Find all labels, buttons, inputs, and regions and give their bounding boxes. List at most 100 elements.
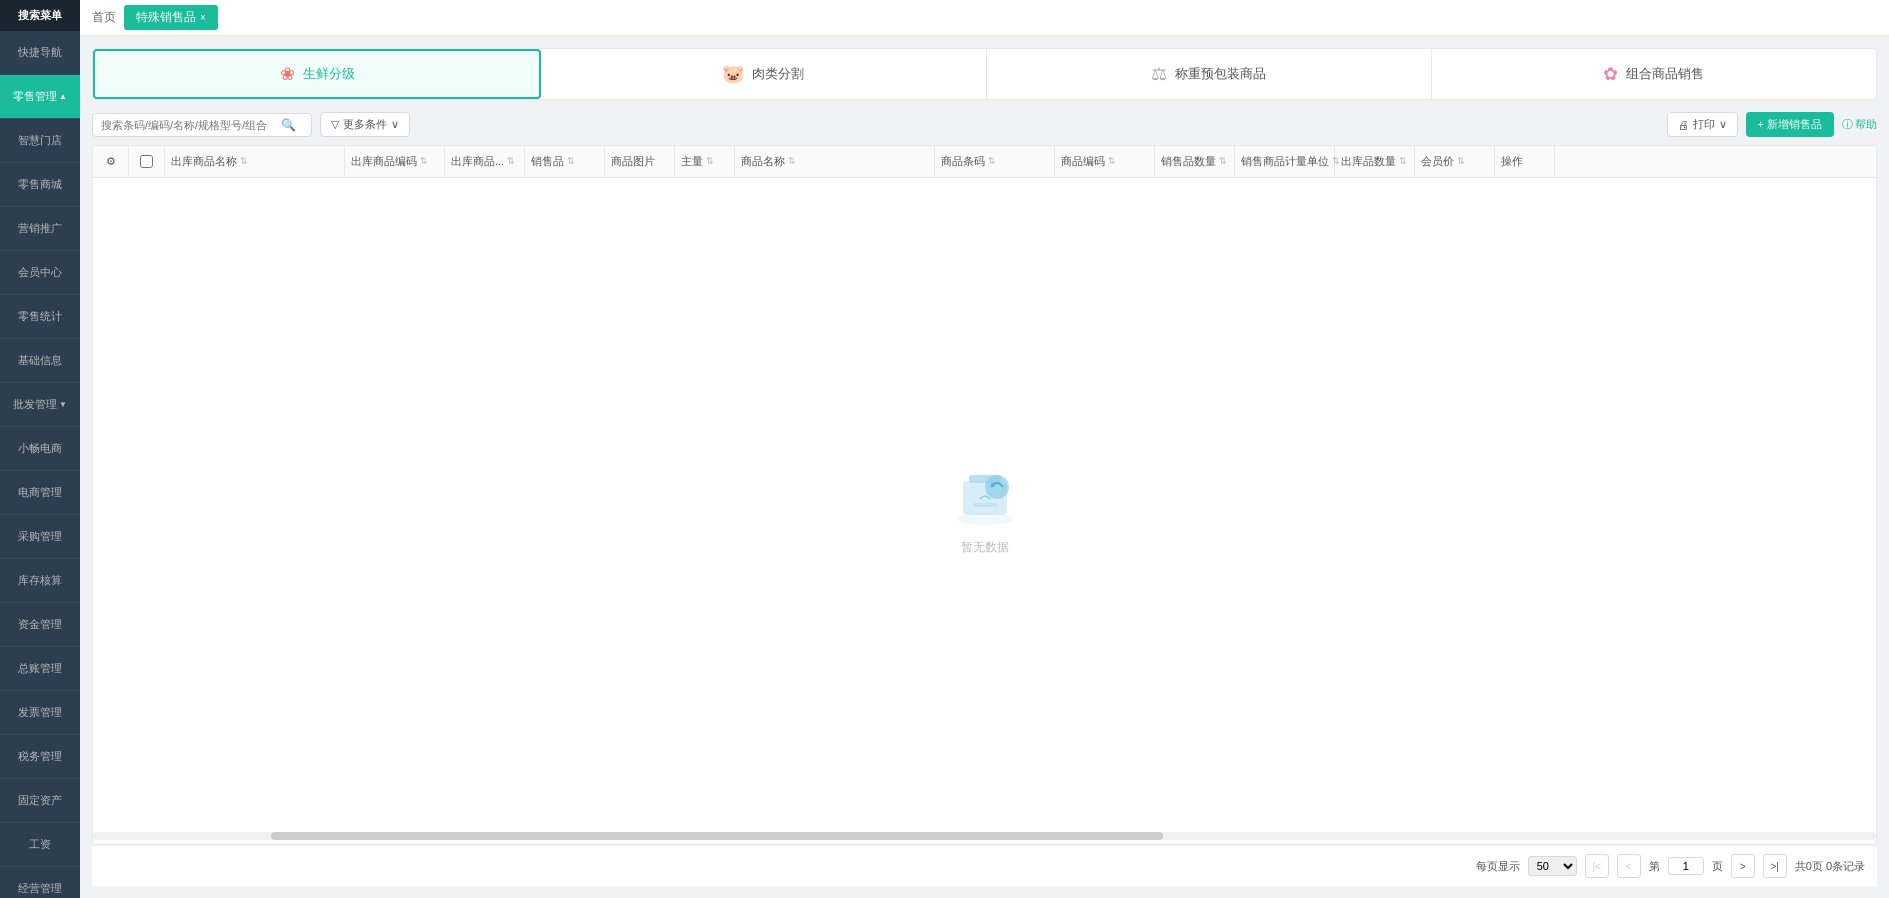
cat-tab-fresh-label: 生鲜分级 (303, 65, 355, 83)
settings-icon: ⚙ (106, 155, 116, 168)
expand-arrow-icon: ▲ (59, 92, 67, 101)
th-settings[interactable]: ⚙ (93, 146, 129, 177)
help-label: 帮助 (1855, 117, 1877, 132)
sidebar-item-label: 发票管理 (18, 705, 62, 720)
sidebar-item-marketing[interactable]: 营销推广 (0, 207, 80, 251)
search-input[interactable] (101, 119, 281, 131)
sidebar-item-retail-stats[interactable]: 零售统计 (0, 295, 80, 339)
cat-tab-fresh[interactable]: ❀ 生鲜分级 (93, 49, 541, 99)
search-icon[interactable]: 🔍 (281, 118, 296, 132)
sort-icon[interactable]: ⇅ (240, 157, 248, 166)
sidebar-item-xiao-ecom[interactable]: 小畅电商 (0, 427, 80, 471)
th-name: 商品名称 ⇅ (735, 146, 935, 177)
active-tab[interactable]: 特殊销售品 × (124, 5, 218, 30)
print-button[interactable]: 🖨 打印 ∨ (1667, 112, 1738, 137)
tab-label: 特殊销售品 (136, 9, 196, 26)
filter-icon: ▽ (331, 118, 339, 131)
sidebar-item-inventory-cost[interactable]: 库存核算 (0, 559, 80, 603)
filter-label: 更多条件 (343, 117, 387, 132)
combo-icon: ✿ (1603, 63, 1618, 85)
page-number-input[interactable] (1668, 857, 1704, 875)
category-tabs: ❀ 生鲜分级 🐷 肉类分割 ⚖ 称重预包装商品 ✿ 组合商品销售 (92, 48, 1877, 100)
sidebar-item-member-center[interactable]: 会员中心 (0, 251, 80, 295)
toolbar-left: 🔍 ▽ 更多条件 ∨ (92, 112, 410, 137)
th-barcode: 商品条码 ⇅ (935, 146, 1055, 177)
sort-icon[interactable]: ⇅ (706, 157, 714, 166)
help-icon: ⓘ (1842, 117, 1853, 132)
th-op: 操作 (1495, 146, 1555, 177)
next-page-button[interactable]: > (1731, 854, 1755, 878)
sidebar-item-label: 批发管理 (13, 397, 57, 412)
scrollbar-thumb[interactable] (271, 832, 1163, 840)
home-link[interactable]: 首页 (92, 9, 116, 26)
sidebar-item-ledger-mgmt[interactable]: 总账管理 (0, 647, 80, 691)
th-outcode: 出库商品编码 ⇅ (345, 146, 445, 177)
page-label-before: 第 (1649, 859, 1660, 874)
per-page-label: 每页显示 (1476, 859, 1520, 874)
last-page-button[interactable]: >| (1763, 854, 1787, 878)
sort-icon[interactable]: ⇅ (1399, 157, 1407, 166)
per-page-select[interactable]: 50 100 200 (1528, 856, 1577, 876)
sidebar-item-label: 会员中心 (18, 265, 62, 280)
sidebar-item-quick-nav[interactable]: 快捷导航 (0, 31, 80, 75)
sidebar-item-ecom-mgmt[interactable]: 电商管理 (0, 471, 80, 515)
sidebar-item-label: 工资 (29, 837, 51, 852)
print-icon: 🖨 (1678, 119, 1689, 131)
th-main: 主量 ⇅ (675, 146, 735, 177)
weight-icon: ⚖ (1151, 63, 1167, 85)
svg-point-4 (991, 483, 995, 487)
horizontal-scrollbar[interactable] (93, 832, 1876, 840)
sidebar-item-ops-mgmt[interactable]: 经营管理 (0, 867, 80, 898)
sidebar-item-fixed-assets[interactable]: 固定资产 (0, 779, 80, 823)
sidebar-item-smart-store[interactable]: 智慧门店 (0, 119, 80, 163)
select-all-checkbox[interactable] (140, 155, 153, 168)
cat-tab-meat[interactable]: 🐷 肉类分割 (541, 49, 986, 99)
th-memberprice: 会员价 ⇅ (1415, 146, 1495, 177)
sidebar-item-retail-mgmt[interactable]: 零售管理 ▲ (0, 75, 80, 119)
sidebar-item-tax-mgmt[interactable]: 税务管理 (0, 735, 80, 779)
sort-icon[interactable]: ⇅ (788, 157, 796, 166)
filter-arrow-icon: ∨ (391, 118, 399, 131)
sidebar-item-label: 经营管理 (18, 881, 62, 896)
sidebar-logo[interactable]: 搜索菜单 (0, 0, 80, 31)
th-salesqty: 销售品数量 ⇅ (1155, 146, 1235, 177)
th-outqty: 出库品数量 ⇅ (1335, 146, 1415, 177)
cat-tab-weight-label: 称重预包装商品 (1175, 65, 1266, 83)
sort-icon[interactable]: ⇅ (1108, 157, 1116, 166)
sidebar-item-basic-info-1[interactable]: 基础信息 (0, 339, 80, 383)
cat-tab-combo[interactable]: ✿ 组合商品销售 (1432, 49, 1876, 99)
th-salesitem: 销售品 ⇅ (525, 146, 605, 177)
sidebar-item-invoice-mgmt[interactable]: 发票管理 (0, 691, 80, 735)
prev-page-button[interactable]: < (1617, 854, 1641, 878)
first-page-button[interactable]: |< (1585, 854, 1609, 878)
cat-tab-combo-label: 组合商品销售 (1626, 65, 1704, 83)
sort-icon[interactable]: ⇅ (1219, 157, 1227, 166)
toolbar: 🔍 ▽ 更多条件 ∨ 🖨 打印 ∨ + 新增销售品 ⓘ 帮助 (92, 112, 1877, 137)
sort-icon[interactable]: ⇅ (988, 157, 996, 166)
sort-icon[interactable]: ⇅ (1457, 157, 1465, 166)
sidebar-item-label: 智慧门店 (18, 133, 62, 148)
th-itemcode: 商品编码 ⇅ (1055, 146, 1155, 177)
sidebar-item-label: 小畅电商 (18, 441, 62, 456)
sidebar-item-wholesale-mgmt[interactable]: 批发管理 ▼ (0, 383, 80, 427)
sort-icon[interactable]: ⇅ (567, 157, 575, 166)
print-label: 打印 (1693, 117, 1715, 132)
sidebar-item-label: 快捷导航 (18, 45, 62, 60)
sort-icon[interactable]: ⇅ (420, 157, 428, 166)
table-header: ⚙ 出库商品名称 ⇅ 出库商品编码 ⇅ 出库商品... ⇅ (93, 146, 1876, 178)
sort-icon[interactable]: ⇅ (507, 157, 515, 166)
filter-button[interactable]: ▽ 更多条件 ∨ (320, 112, 410, 137)
main-content: 首页 特殊销售品 × ❀ 生鲜分级 🐷 肉类分割 ⚖ 称重预包装商品 ✿ 组合商… (80, 0, 1889, 898)
add-product-button[interactable]: + 新增销售品 (1746, 112, 1834, 137)
th-checkbox[interactable] (129, 146, 165, 177)
help-button[interactable]: ⓘ 帮助 (1842, 117, 1877, 132)
tab-close-icon[interactable]: × (200, 12, 206, 23)
toolbar-right: 🖨 打印 ∨ + 新增销售品 ⓘ 帮助 (1667, 112, 1877, 137)
sidebar-item-label: 零售管理 (13, 89, 57, 104)
cat-tab-weight[interactable]: ⚖ 称重预包装商品 (987, 49, 1432, 99)
sidebar-item-purchase-mgmt[interactable]: 采购管理 (0, 515, 80, 559)
sidebar-item-fund-mgmt[interactable]: 资金管理 (0, 603, 80, 647)
th-salesunit: 销售商品计量单位 ⇅ (1235, 146, 1335, 177)
sidebar-item-salary[interactable]: 工资 (0, 823, 80, 867)
sidebar-item-retail-mall[interactable]: 零售商城 (0, 163, 80, 207)
